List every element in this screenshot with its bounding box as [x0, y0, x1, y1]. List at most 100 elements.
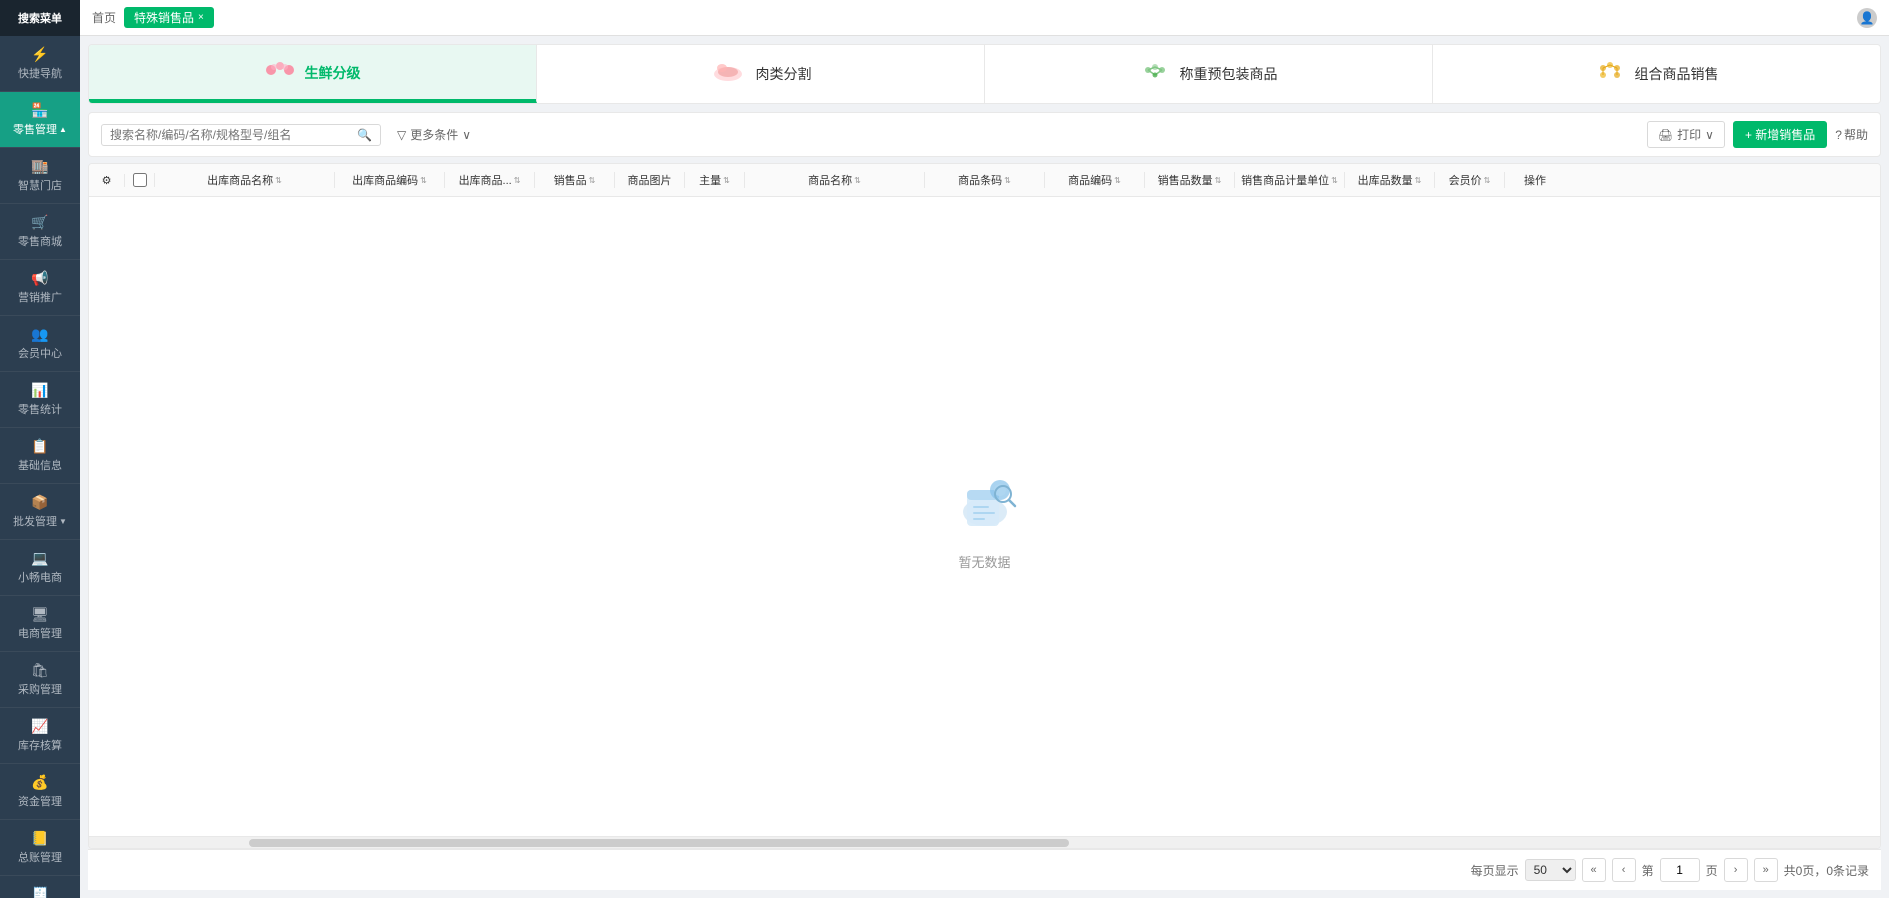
sort-icon[interactable]: ⇅	[1004, 176, 1011, 185]
sidebar-item-ecom-manage[interactable]: 🖥 电商管理	[0, 596, 80, 652]
th-goods-img: 商品图片	[615, 172, 685, 188]
toolbar-right: 🖨 打印 ∨ + 新增销售品 ? 帮助	[1647, 121, 1868, 148]
sidebar-item-invoice[interactable]: 🧾 发票管理	[0, 876, 80, 898]
th-sales-unit: 销售商品计量单位 ⇅	[1235, 172, 1345, 188]
sidebar-item-label: 会员中心	[18, 345, 62, 361]
th-sku-code: 商品编码 ⇅	[1045, 172, 1145, 188]
sort-icon[interactable]: ⇅	[723, 176, 730, 185]
combo-icon	[1595, 60, 1625, 88]
th-out-code-label: 出库商品编码	[352, 172, 418, 188]
empty-text: 暂无数据	[958, 552, 1010, 571]
sidebar-item-inventory[interactable]: 📈 库存核算	[0, 708, 80, 764]
horizontal-scrollbar[interactable]	[89, 836, 1880, 848]
sidebar-item-retail-manage[interactable]: 🏪 零售管理 ▲	[0, 92, 80, 148]
total-label: 共0页，0条记录	[1784, 862, 1869, 879]
sidebar-item-marketing[interactable]: 📢 营销推广	[0, 260, 80, 316]
sidebar-item-basic-info[interactable]: 📋 基础信息	[0, 428, 80, 484]
sort-icon[interactable]: ⇅	[1484, 176, 1491, 185]
retail-stats-icon: 📊	[31, 382, 48, 399]
tab-fresh-grade[interactable]: 生鲜分级	[89, 45, 537, 103]
fresh-grade-icon	[265, 59, 295, 87]
th-out-code2: 出库商品... ⇅	[445, 172, 535, 188]
scrollbar-thumb[interactable]	[249, 839, 1069, 847]
breadcrumb-home[interactable]: 首页	[92, 9, 116, 26]
sidebar-item-members[interactable]: 👥 会员中心	[0, 316, 80, 372]
weigh-pack-icon	[1140, 60, 1170, 88]
sort-icon[interactable]: ⇅	[589, 176, 596, 185]
tab-meat-cut[interactable]: 肉类分割	[537, 45, 985, 103]
prev-page-button[interactable]: ‹	[1612, 858, 1636, 882]
help-button[interactable]: ? 帮助	[1835, 126, 1868, 143]
print-icon: 🖨	[1658, 128, 1673, 142]
th-barcode-label: 商品条码	[958, 172, 1002, 188]
wholesale-arrow: ▼	[59, 517, 67, 526]
sidebar-logo[interactable]: 搜索菜单	[0, 0, 80, 36]
tab-cards: 生鲜分级 肉类分割	[88, 44, 1881, 104]
last-page-button[interactable]: »	[1754, 858, 1778, 882]
table-area: ⚙ 出库商品名称 ⇅ 出库商品编码 ⇅ 出库商品... ⇅	[88, 163, 1881, 849]
th-img-label: 商品图片	[628, 172, 672, 188]
add-sales-item-button[interactable]: + 新增销售品	[1733, 121, 1827, 148]
th-member-price: 会员价 ⇅	[1435, 172, 1505, 188]
th-goods-name: 商品名称 ⇅	[745, 172, 925, 188]
filter-arrow-icon: ∨	[462, 128, 471, 142]
sort-icon[interactable]: ⇅	[1114, 176, 1121, 185]
sort-icon[interactable]: ⇅	[854, 176, 861, 185]
sidebar-item-label: 小畅电商	[18, 569, 62, 585]
tab-weigh-pack[interactable]: 称重预包装商品	[985, 45, 1433, 103]
tab-combo[interactable]: 组合商品销售	[1433, 45, 1880, 103]
th-sales-label: 销售品	[554, 172, 587, 188]
sort-icon[interactable]: ⇅	[275, 176, 282, 185]
sidebar-item-retail-city[interactable]: 🛒 零售商城	[0, 204, 80, 260]
user-avatar[interactable]: 👤	[1857, 8, 1877, 28]
retail-manage-icon: 🏪	[31, 102, 48, 119]
filter-button[interactable]: ▽ 更多条件 ∨	[389, 122, 479, 147]
help-icon: ?	[1835, 128, 1842, 142]
page-input[interactable]	[1660, 858, 1700, 882]
th-weight: 主量 ⇅	[685, 172, 745, 188]
search-input[interactable]	[110, 128, 351, 142]
sort-icon[interactable]: ⇅	[514, 176, 521, 185]
page-size-select[interactable]: 10 20 50 100	[1525, 859, 1576, 881]
sidebar-item-finance[interactable]: 💰 资金管理	[0, 764, 80, 820]
invoice-icon: 🧾	[31, 886, 48, 898]
topbar-right: 👤	[1857, 8, 1877, 28]
sidebar-item-wholesale[interactable]: 📦 批发管理 ▼	[0, 484, 80, 540]
sort-icon[interactable]: ⇅	[1415, 176, 1422, 185]
empty-state: 暂无数据	[945, 462, 1025, 571]
marketing-icon: 📢	[31, 270, 48, 287]
settings-icon: ⚙	[102, 174, 112, 187]
purchase-icon: 🛍	[31, 662, 49, 679]
sort-icon[interactable]: ⇅	[1215, 176, 1222, 185]
sidebar-item-label: 快捷导航	[18, 65, 62, 81]
th-action: 操作	[1505, 172, 1565, 188]
sidebar-item-label: 零售管理	[13, 121, 57, 137]
print-button[interactable]: 🖨 打印 ∨	[1647, 121, 1725, 148]
toolbar: 🔍 ▽ 更多条件 ∨ 🖨 打印 ∨ + 新增销售品 ? 帮助	[88, 112, 1881, 157]
sort-icon[interactable]: ⇅	[420, 176, 427, 185]
sidebar-item-quick-nav[interactable]: ⚡ 快捷导航	[0, 36, 80, 92]
sidebar-item-retail-stats[interactable]: 📊 零售统计	[0, 372, 80, 428]
th-sales-qty: 销售品数量 ⇅	[1145, 172, 1235, 188]
basic-info-icon: 📋	[31, 438, 48, 455]
search-box: 🔍	[101, 124, 381, 146]
th-check[interactable]	[125, 173, 155, 187]
next-page-button[interactable]: ›	[1724, 858, 1748, 882]
th-settings[interactable]: ⚙	[89, 174, 125, 187]
tab-close-button[interactable]: ×	[198, 12, 204, 23]
sidebar-item-smart-store[interactable]: 🏬 智慧门店	[0, 148, 80, 204]
mini-ecom-icon: 💻	[31, 550, 48, 567]
sidebar-item-general-ledger[interactable]: 📒 总账管理	[0, 820, 80, 876]
select-all-checkbox[interactable]	[133, 173, 147, 187]
first-page-button[interactable]: «	[1582, 858, 1606, 882]
sidebar-item-mini-ecom[interactable]: 💻 小畅电商	[0, 540, 80, 596]
sidebar-item-purchase[interactable]: 🛍 采购管理	[0, 652, 80, 708]
page-label: 第	[1642, 862, 1654, 879]
filter-label: 更多条件	[410, 126, 458, 143]
sidebar-item-label: 批发管理	[13, 513, 57, 529]
content-area: 生鲜分级 肉类分割	[80, 36, 1889, 898]
sidebar-item-label: 资金管理	[18, 793, 62, 809]
sort-icon[interactable]: ⇅	[1331, 176, 1338, 185]
search-icon[interactable]: 🔍	[357, 128, 372, 142]
active-tab-label: 特殊销售品	[134, 9, 194, 26]
